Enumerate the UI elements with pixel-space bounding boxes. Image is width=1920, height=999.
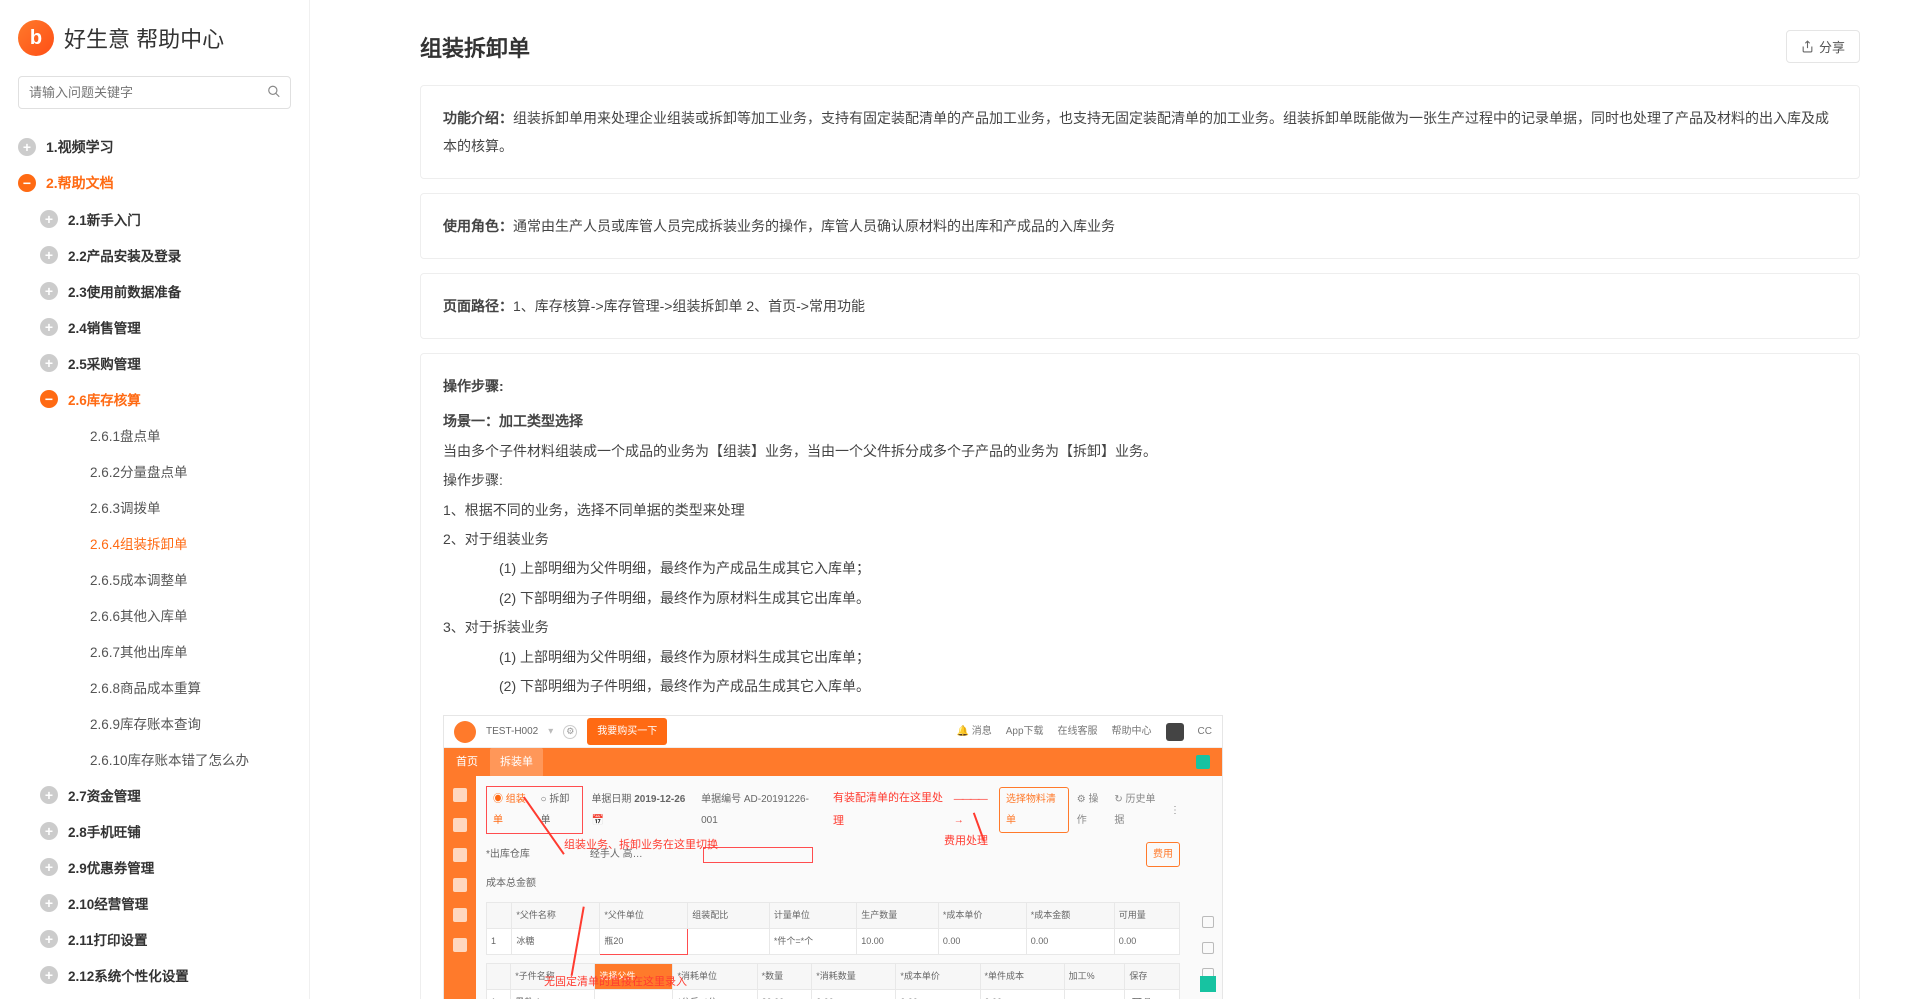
plus-icon: + bbox=[40, 858, 58, 876]
role-card: 使用角色：通常由生产人员或库管人员完成拆装业务的操作，库管人员确认原材料的出库和… bbox=[420, 193, 1860, 259]
nav-2-6-7[interactable]: 2.6.7其他出库单 bbox=[40, 633, 291, 669]
tool-icon bbox=[1202, 942, 1214, 954]
intro-label: 功能介绍： bbox=[443, 110, 513, 126]
op2b: (2) 下部明细为子件明细，最终作为原材料生成其它出库单。 bbox=[443, 584, 1837, 613]
plus-icon: + bbox=[40, 894, 58, 912]
op1: 1、根据不同的业务，选择不同单据的类型来处理 bbox=[443, 496, 1837, 525]
embed-right-icons bbox=[1202, 916, 1214, 980]
nav-2-6-2[interactable]: 2.6.2分量盘点单 bbox=[40, 453, 291, 489]
nav-2-6-6[interactable]: 2.6.6其他入库单 bbox=[40, 597, 291, 633]
logo-row: b 好生意 帮助中心 bbox=[18, 20, 291, 56]
nav-2-4[interactable]: +2.4销售管理 bbox=[40, 309, 291, 345]
nav-2-6-5[interactable]: 2.6.5成本调整单 bbox=[40, 561, 291, 597]
nav-2-6-3[interactable]: 2.6.3调拨单 bbox=[40, 489, 291, 525]
embed-fee-input bbox=[703, 847, 813, 863]
intro-card: 功能介绍：组装拆卸单用来处理企业组装或拆卸等加工业务，支持有固定装配清单的产品加… bbox=[420, 85, 1860, 179]
embed-annotation-bottom: 无固定清单的直接在这里录入 bbox=[544, 971, 687, 994]
page-header: 组装拆卸单 分享 bbox=[420, 30, 1860, 63]
close-icon bbox=[1196, 755, 1210, 769]
avatar-icon bbox=[1166, 723, 1184, 741]
nav-2-9[interactable]: +2.9优惠券管理 bbox=[40, 849, 291, 885]
embed-tabs: 首页 拆装单 bbox=[444, 748, 1222, 776]
page-title: 组装拆卸单 bbox=[420, 31, 530, 63]
expand-icon bbox=[1200, 976, 1216, 992]
search-icon[interactable] bbox=[267, 84, 281, 101]
role-text: 通常由生产人员或库管人员完成拆装业务的操作，库管人员确认原材料的出库和产成品的入… bbox=[513, 218, 1115, 234]
role-label: 使用角色： bbox=[443, 218, 513, 234]
app-logo-icon: b bbox=[18, 20, 54, 56]
embedded-screenshot: TEST-H002 ▾ ⚙ 我要购买一下 🔔 消息 App下载 在线客服 帮助中… bbox=[443, 715, 1223, 999]
share-icon bbox=[1801, 40, 1814, 53]
bell-icon: 🔔 消息 bbox=[957, 721, 992, 742]
share-button[interactable]: 分享 bbox=[1786, 30, 1860, 63]
nav-2-6-4[interactable]: 2.6.4组装拆卸单 bbox=[40, 525, 291, 561]
plus-icon: + bbox=[40, 930, 58, 948]
nav-video-learning[interactable]: + 1.视频学习 bbox=[18, 129, 291, 165]
embed-annotation-right: 有装配清单的在这里处理 bbox=[833, 787, 946, 833]
ops-label: 操作步骤: bbox=[443, 466, 1837, 495]
op3b: (2) 下部明细为子件明细，最终作为产成品生成其它入库单。 bbox=[443, 672, 1837, 701]
nav-2-13[interactable]: +2.13在线支付 bbox=[40, 993, 291, 999]
tool-icon bbox=[1202, 916, 1214, 928]
embed-parent-table: *父件名称*父件单位组装配比计量单位生产数量*成本单价*成本金额可用量 1冰糖瓶… bbox=[486, 902, 1180, 955]
nav-2-10[interactable]: +2.10经营管理 bbox=[40, 885, 291, 921]
plus-icon: + bbox=[40, 246, 58, 264]
nav-2-6[interactable]: −2.6库存核算 bbox=[40, 381, 291, 417]
minus-icon: − bbox=[18, 174, 36, 192]
plus-icon: + bbox=[18, 138, 36, 156]
path-card: 页面路径：1、库存核算->库存管理->组装拆卸单 2、首页->常用功能 bbox=[420, 273, 1860, 339]
nav-2-6-9[interactable]: 2.6.9库存账本查询 bbox=[40, 705, 291, 741]
path-text: 1、库存核算->库存管理->组装拆卸单 2、首页->常用功能 bbox=[513, 298, 865, 314]
nav-2-7[interactable]: +2.7资金管理 bbox=[40, 777, 291, 813]
plus-icon: + bbox=[40, 318, 58, 336]
embed-topbar: TEST-H002 ▾ ⚙ 我要购买一下 🔔 消息 App下载 在线客服 帮助中… bbox=[444, 716, 1222, 748]
op3: 3、对于拆装业务 bbox=[443, 613, 1837, 642]
plus-icon: + bbox=[40, 822, 58, 840]
app-title: 好生意 帮助中心 bbox=[64, 22, 224, 54]
plus-icon: + bbox=[40, 966, 58, 984]
path-label: 页面路径： bbox=[443, 298, 513, 314]
plus-icon: + bbox=[40, 210, 58, 228]
nav-2-8[interactable]: +2.8手机旺铺 bbox=[40, 813, 291, 849]
gear-icon: ⚙ bbox=[563, 725, 577, 739]
plus-icon: + bbox=[40, 282, 58, 300]
plus-icon: + bbox=[40, 354, 58, 372]
main-content: 组装拆卸单 分享 功能介绍：组装拆卸单用来处理企业组装或拆卸等加工业务，支持有固… bbox=[310, 0, 1920, 999]
scene-desc: 当由多个子件材料组装成一个成品的业务为【组装】业务，当由一个父件拆分成多个子产品… bbox=[443, 437, 1837, 466]
intro-text: 组装拆卸单用来处理企业组装或拆卸等加工业务，支持有固定装配清单的产品加工业务，也… bbox=[443, 110, 1829, 154]
nav-2-11[interactable]: +2.11打印设置 bbox=[40, 921, 291, 957]
embed-logo-icon bbox=[454, 721, 476, 743]
steps-card: 操作步骤: 场景一：加工类型选择 当由多个子件材料组装成一个成品的业务为【组装】… bbox=[420, 353, 1860, 999]
embed-annotation-mid: 组装业务、拆卸业务在这里切换 bbox=[564, 834, 718, 857]
nav-2-3[interactable]: +2.3使用前数据准备 bbox=[40, 273, 291, 309]
plus-icon: + bbox=[40, 786, 58, 804]
nav-2-6-10[interactable]: 2.6.10库存账本错了怎么办 bbox=[40, 741, 291, 777]
nav-2-6-1[interactable]: 2.6.1盘点单 bbox=[40, 417, 291, 453]
op2: 2、对于组装业务 bbox=[443, 525, 1837, 554]
arrow-right-icon: ————→ bbox=[954, 789, 991, 831]
nav-2-2[interactable]: +2.2产品安装及登录 bbox=[40, 237, 291, 273]
nav-2-1[interactable]: +2.1新手入门 bbox=[40, 201, 291, 237]
nav-2-6-8[interactable]: 2.6.8商品成本重算 bbox=[40, 669, 291, 705]
nav-help-docs[interactable]: − 2.帮助文档 bbox=[18, 165, 291, 201]
op3a: (1) 上部明细为父件明细，最终作为原材料生成其它出库单； bbox=[443, 643, 1837, 672]
search-box bbox=[18, 76, 291, 109]
embed-trial-button: 我要购买一下 bbox=[587, 718, 667, 745]
scene-label: 场景一：加工类型选择 bbox=[443, 407, 1837, 436]
op2a: (1) 上部明细为父件明细，最终作为产成品生成其它入库单； bbox=[443, 554, 1837, 583]
nav-2-12[interactable]: +2.12系统个性化设置 bbox=[40, 957, 291, 993]
steps-label: 操作步骤: bbox=[443, 372, 1837, 401]
minus-icon: − bbox=[40, 390, 58, 408]
sidebar: b 好生意 帮助中心 + 1.视频学习 − 2.帮助文档 +2.1新手入门 +2… bbox=[0, 0, 310, 999]
search-input[interactable] bbox=[18, 76, 291, 109]
nav-2-5[interactable]: +2.5采购管理 bbox=[40, 345, 291, 381]
